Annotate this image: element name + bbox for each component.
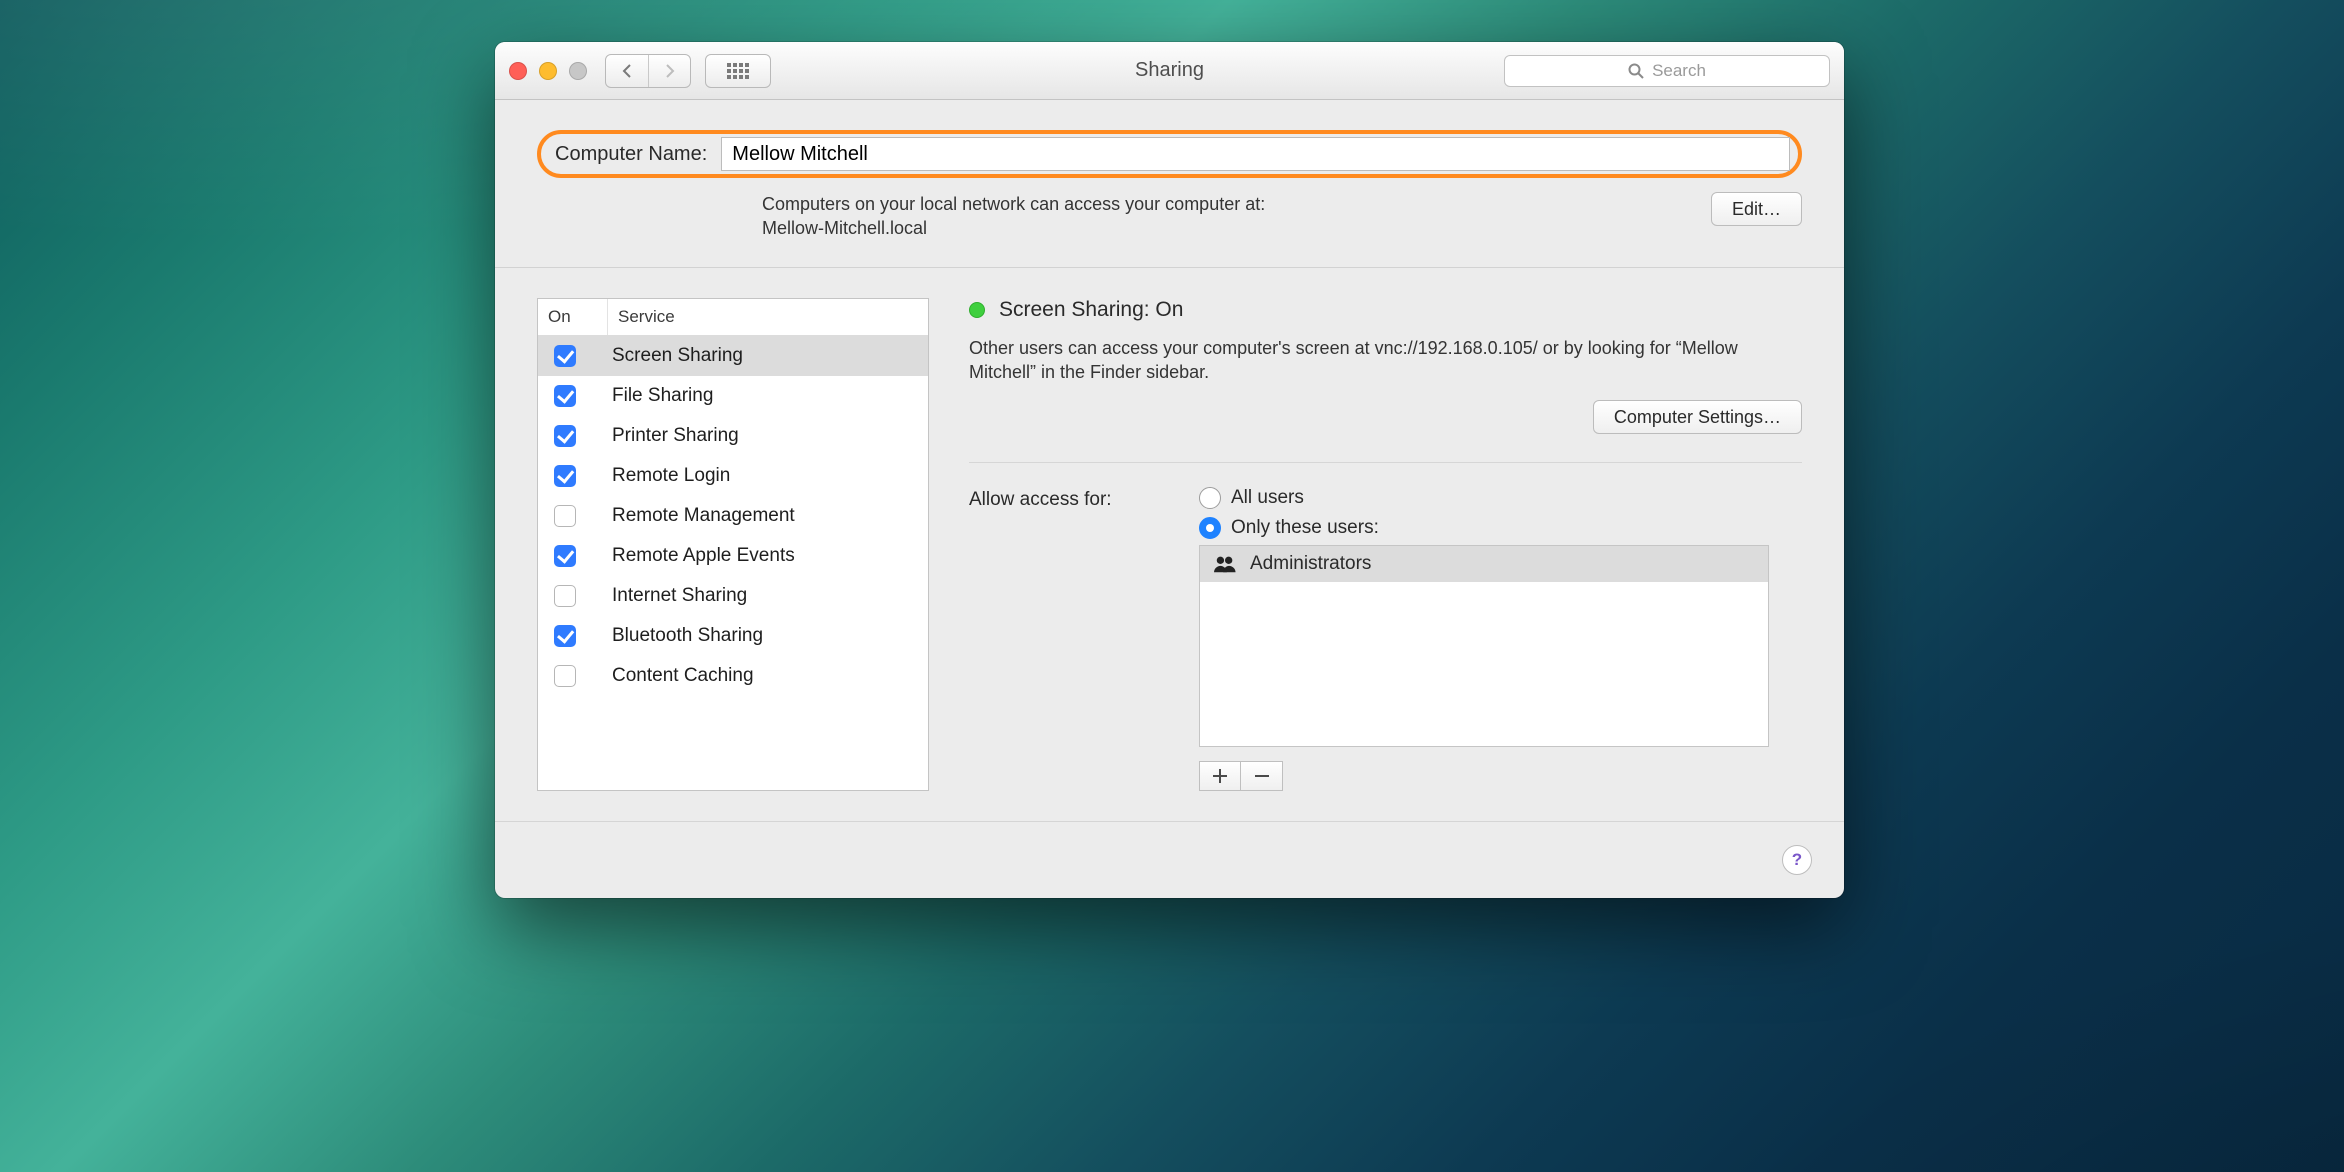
computer-name-label: Computer Name: bbox=[549, 143, 707, 166]
radio-all-users-label: All users bbox=[1231, 487, 1304, 509]
service-checkbox[interactable] bbox=[554, 545, 576, 567]
minimize-window-button[interactable] bbox=[539, 62, 557, 80]
service-checkbox[interactable] bbox=[554, 345, 576, 367]
service-row[interactable]: Screen Sharing bbox=[538, 336, 928, 376]
service-name: Bluetooth Sharing bbox=[608, 625, 928, 647]
computer-name-highlight: Computer Name: bbox=[537, 130, 1802, 178]
grid-icon bbox=[727, 63, 749, 79]
services-header: On Service bbox=[538, 299, 928, 336]
service-checkbox[interactable] bbox=[554, 425, 576, 447]
computer-name-section: Computer Name: Computers on your local n… bbox=[495, 100, 1844, 268]
user-row[interactable]: Administrators bbox=[1200, 546, 1768, 582]
column-on: On bbox=[538, 299, 608, 335]
close-window-button[interactable] bbox=[509, 62, 527, 80]
service-name: Remote Login bbox=[608, 465, 928, 487]
user-name: Administrators bbox=[1250, 553, 1371, 575]
status-row: Screen Sharing: On bbox=[969, 298, 1802, 322]
service-row[interactable]: Internet Sharing bbox=[538, 576, 928, 616]
service-checkbox-cell bbox=[538, 665, 608, 687]
network-address-note: Computers on your local network can acce… bbox=[762, 192, 1265, 241]
forward-button[interactable] bbox=[648, 55, 690, 87]
service-name: Screen Sharing bbox=[608, 345, 928, 367]
remove-user-button[interactable] bbox=[1241, 761, 1283, 791]
radio-only-these-label: Only these users: bbox=[1231, 517, 1379, 539]
service-checkbox[interactable] bbox=[554, 625, 576, 647]
footer: ? bbox=[495, 822, 1844, 898]
service-checkbox[interactable] bbox=[554, 585, 576, 607]
allowed-users-list: Administrators bbox=[1199, 545, 1769, 747]
service-checkbox-cell bbox=[538, 585, 608, 607]
service-checkbox-cell bbox=[538, 465, 608, 487]
service-name: Internet Sharing bbox=[608, 585, 928, 607]
service-checkbox[interactable] bbox=[554, 505, 576, 527]
service-row[interactable]: Content Caching bbox=[538, 656, 928, 696]
back-button[interactable] bbox=[606, 55, 648, 87]
sharing-preferences-window: Sharing Search Computer Name: Computers … bbox=[495, 42, 1844, 898]
service-checkbox-cell bbox=[538, 625, 608, 647]
sharing-main: On Service Screen Sharing File Sharing Pri… bbox=[495, 268, 1844, 823]
chevron-left-icon bbox=[621, 64, 633, 78]
service-checkbox[interactable] bbox=[554, 385, 576, 407]
radio-all-users-row[interactable]: All users bbox=[1199, 487, 1802, 509]
plus-icon bbox=[1213, 769, 1227, 783]
status-indicator-icon bbox=[969, 302, 985, 318]
service-row[interactable]: Printer Sharing bbox=[538, 416, 928, 456]
help-button[interactable]: ? bbox=[1782, 845, 1812, 875]
service-detail: Screen Sharing: On Other users can acces… bbox=[969, 298, 1802, 792]
window-controls bbox=[509, 62, 587, 80]
services-body: Screen Sharing File Sharing Printer Sharin… bbox=[538, 336, 928, 696]
search-icon bbox=[1628, 63, 1644, 79]
service-name: Printer Sharing bbox=[608, 425, 928, 447]
service-row[interactable]: File Sharing bbox=[538, 376, 928, 416]
edit-hostname-button[interactable]: Edit… bbox=[1711, 192, 1802, 226]
users-group-icon bbox=[1214, 555, 1236, 573]
computer-settings-button[interactable]: Computer Settings… bbox=[1593, 400, 1802, 434]
service-checkbox-cell bbox=[538, 385, 608, 407]
titlebar: Sharing Search bbox=[495, 42, 1844, 100]
show-all-segment bbox=[705, 54, 771, 88]
service-row[interactable]: Remote Login bbox=[538, 456, 928, 496]
service-checkbox-cell bbox=[538, 545, 608, 567]
service-checkbox-cell bbox=[538, 345, 608, 367]
services-table: On Service Screen Sharing File Sharing Pri… bbox=[537, 298, 929, 792]
allow-access-label: Allow access for: bbox=[969, 487, 1189, 511]
service-row[interactable]: Remote Management bbox=[538, 496, 928, 536]
show-all-button[interactable] bbox=[706, 55, 770, 87]
service-description: Other users can access your computer's s… bbox=[969, 336, 1799, 385]
service-name: Remote Management bbox=[608, 505, 928, 527]
radio-all-users[interactable] bbox=[1199, 487, 1221, 509]
search-placeholder: Search bbox=[1652, 61, 1706, 81]
divider bbox=[969, 462, 1802, 463]
users-empty-area bbox=[1200, 582, 1768, 746]
add-user-button[interactable] bbox=[1199, 761, 1241, 791]
nav-back-forward bbox=[605, 54, 691, 88]
service-row[interactable]: Bluetooth Sharing bbox=[538, 616, 928, 656]
service-name: Remote Apple Events bbox=[608, 545, 928, 567]
service-checkbox[interactable] bbox=[554, 465, 576, 487]
status-title: Screen Sharing: On bbox=[999, 298, 1183, 322]
zoom-window-button[interactable] bbox=[569, 62, 587, 80]
service-row[interactable]: Remote Apple Events bbox=[538, 536, 928, 576]
minus-icon bbox=[1255, 769, 1269, 783]
radio-only-these-row[interactable]: Only these users: bbox=[1199, 517, 1802, 539]
service-checkbox[interactable] bbox=[554, 665, 576, 687]
service-name: File Sharing bbox=[608, 385, 928, 407]
service-checkbox-cell bbox=[538, 425, 608, 447]
column-service: Service bbox=[608, 299, 928, 335]
search-field[interactable]: Search bbox=[1504, 55, 1830, 87]
user-add-remove bbox=[1199, 761, 1802, 791]
chevron-right-icon bbox=[664, 64, 676, 78]
radio-only-these-users[interactable] bbox=[1199, 517, 1221, 539]
service-checkbox-cell bbox=[538, 505, 608, 527]
computer-name-input[interactable] bbox=[721, 137, 1790, 171]
service-name: Content Caching bbox=[608, 665, 928, 687]
